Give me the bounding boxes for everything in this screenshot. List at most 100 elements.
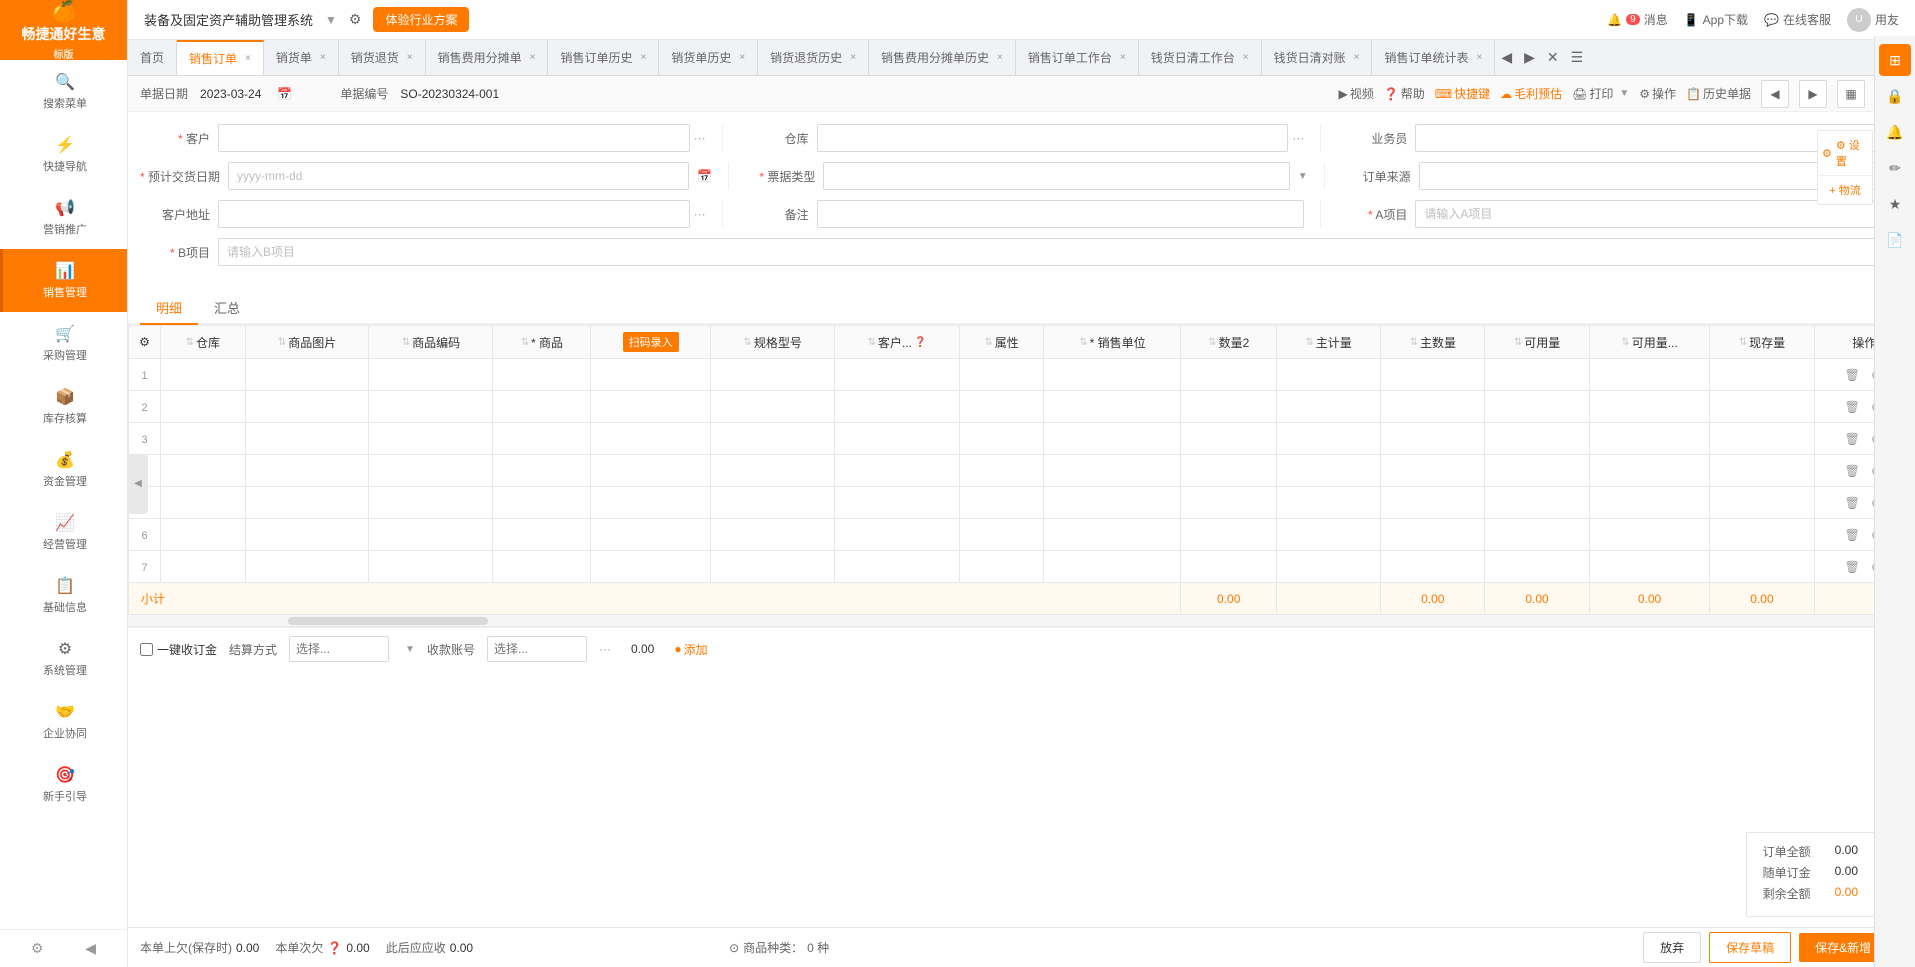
- row-7-image[interactable]: [245, 551, 369, 583]
- tab-sales-bill[interactable]: 销货单 ×: [264, 40, 339, 76]
- row-6-main-qty[interactable]: [1381, 519, 1485, 551]
- row-6-available[interactable]: [1485, 519, 1589, 551]
- row-7-available2[interactable]: [1589, 551, 1710, 583]
- sidebar-item-sales[interactable]: 📊 销售管理: [0, 249, 127, 312]
- sidebar-item-finance[interactable]: 💰 资金管理: [0, 438, 127, 501]
- row-5-main-qty[interactable]: [1381, 487, 1485, 519]
- th-customer-code[interactable]: ⇅客户...❓: [835, 326, 960, 359]
- row-5-image[interactable]: [245, 487, 369, 519]
- account-ellipsis[interactable]: ···: [599, 642, 611, 656]
- row-4-main-qty[interactable]: [1381, 455, 1485, 487]
- operation-btn[interactable]: ⚙ 操作: [1639, 85, 1676, 102]
- add-payment-btn[interactable]: ● 添加: [674, 641, 707, 658]
- row-3-qty2[interactable]: [1181, 423, 1276, 455]
- row-3-spec[interactable]: [711, 423, 835, 455]
- settlement-arrow[interactable]: ▼: [405, 644, 415, 655]
- row-5-code[interactable]: [369, 487, 493, 519]
- tab-menu-btn[interactable]: ☰: [1565, 49, 1590, 66]
- delete-icon-5[interactable]: 🗑: [1842, 493, 1862, 513]
- row-1-available[interactable]: [1485, 359, 1589, 391]
- row-7-qty2[interactable]: [1181, 551, 1276, 583]
- th-settings[interactable]: ⚙: [129, 326, 161, 359]
- row-4-spec[interactable]: [711, 455, 835, 487]
- sidebar-item-basic[interactable]: 📋 基础信息: [0, 564, 127, 627]
- row-6-product[interactable]: [493, 519, 591, 551]
- row-3-available[interactable]: [1485, 423, 1589, 455]
- rp-btn-3[interactable]: 🔔: [1879, 116, 1911, 148]
- row-3-main-qty[interactable]: [1381, 423, 1485, 455]
- history-btn[interactable]: 📋 历史单据: [1686, 85, 1751, 102]
- tab-home[interactable]: 首页: [128, 40, 177, 76]
- tab-bill-history-close[interactable]: ×: [739, 52, 745, 63]
- grid-view-btn[interactable]: ▦: [1837, 80, 1865, 108]
- sidebar-item-management[interactable]: 📈 经营管理: [0, 501, 127, 564]
- row-3-image[interactable]: [245, 423, 369, 455]
- row-5-main-unit[interactable]: [1276, 487, 1380, 519]
- row-6-attr[interactable]: [959, 519, 1044, 551]
- sidebar-item-collab[interactable]: 🤝 企业协同: [0, 690, 127, 753]
- row-2-spec[interactable]: [711, 391, 835, 423]
- shortcut-btn[interactable]: ⌨ 快捷键: [1435, 85, 1490, 102]
- row-5-qty2[interactable]: [1181, 487, 1276, 519]
- warehouse-ellipsis[interactable]: ···: [1292, 131, 1304, 145]
- row-3-warehouse[interactable]: [161, 423, 246, 455]
- row-6-spec[interactable]: [711, 519, 835, 551]
- tab-sales-workbench[interactable]: 销售订单工作台 ×: [1016, 40, 1139, 76]
- sidebar-item-search[interactable]: 🔍 搜索菜单: [0, 60, 127, 123]
- tab-next-btn[interactable]: ▶: [1518, 49, 1541, 66]
- th-code[interactable]: ⇅商品编码: [369, 326, 493, 359]
- tab-expense-history[interactable]: 销售费用分摊单历史 ×: [869, 40, 1016, 76]
- row-1-main-qty[interactable]: [1381, 359, 1485, 391]
- row-6-image[interactable]: [245, 519, 369, 551]
- one-click-label[interactable]: 一键收订金: [140, 641, 217, 658]
- row-6-qty2[interactable]: [1181, 519, 1276, 551]
- row-6-customer-code[interactable]: [835, 519, 960, 551]
- row-5-stock[interactable]: [1710, 487, 1814, 519]
- tab-sales-order[interactable]: 销售订单 ×: [177, 40, 264, 76]
- delivery-calendar-icon[interactable]: 📅: [697, 169, 712, 183]
- row-1-unit[interactable]: [1044, 359, 1181, 391]
- print-btn[interactable]: 🖨 打印 ▼: [1572, 85, 1629, 102]
- row-3-attr[interactable]: [959, 423, 1044, 455]
- row-1-image[interactable]: [245, 359, 369, 391]
- tab-sales-bill-close[interactable]: ×: [320, 52, 326, 63]
- settings-gear-icon[interactable]: ⚙: [349, 11, 362, 28]
- rp-btn-4[interactable]: ✏: [1879, 152, 1911, 184]
- row-5-unit[interactable]: [1044, 487, 1181, 519]
- tab-sales-summary-close[interactable]: ×: [1476, 52, 1482, 63]
- row-4-available2[interactable]: [1589, 455, 1710, 487]
- row-6-stock[interactable]: [1710, 519, 1814, 551]
- address-input[interactable]: [218, 200, 690, 228]
- th-spec[interactable]: ⇅规格型号: [711, 326, 835, 359]
- row-7-warehouse[interactable]: [161, 551, 246, 583]
- tab-cash-reconcile[interactable]: 钱货日清对账 ×: [1262, 40, 1373, 76]
- row-5-customer-code[interactable]: [835, 487, 960, 519]
- scan-btn[interactable]: 扫码录入: [623, 332, 679, 352]
- tab-summary[interactable]: 汇总: [198, 292, 256, 325]
- row-1-attr[interactable]: [959, 359, 1044, 391]
- dropdown-arrow[interactable]: ▼: [325, 13, 337, 27]
- delete-icon-6[interactable]: 🗑: [1842, 525, 1862, 545]
- tab-return-history-close[interactable]: ×: [850, 52, 856, 63]
- row-7-main-qty[interactable]: [1381, 551, 1485, 583]
- th-available2[interactable]: ⇅可用量...: [1589, 326, 1710, 359]
- row-2-code[interactable]: [369, 391, 493, 423]
- row-6-warehouse[interactable]: [161, 519, 246, 551]
- next-record-btn[interactable]: ▶: [1799, 80, 1827, 108]
- row-7-code[interactable]: [369, 551, 493, 583]
- row-2-product[interactable]: [493, 391, 591, 423]
- help-btn[interactable]: ❓ 帮助: [1384, 85, 1425, 102]
- row-6-main-unit[interactable]: [1276, 519, 1380, 551]
- row-4-customer-code[interactable]: [835, 455, 960, 487]
- tab-sales-return[interactable]: 销货退货 ×: [339, 40, 426, 76]
- row-4-available[interactable]: [1485, 455, 1589, 487]
- row-4-code[interactable]: [369, 455, 493, 487]
- settlement-input[interactable]: [289, 636, 389, 662]
- sidebar-item-system[interactable]: ⚙ 系统管理: [0, 627, 127, 690]
- row-2-unit[interactable]: [1044, 391, 1181, 423]
- th-available[interactable]: ⇅可用量: [1485, 326, 1589, 359]
- row-7-spec[interactable]: [711, 551, 835, 583]
- customer-input[interactable]: [218, 124, 690, 152]
- row-1-available2[interactable]: [1589, 359, 1710, 391]
- rp-btn-6[interactable]: 📄: [1879, 224, 1911, 256]
